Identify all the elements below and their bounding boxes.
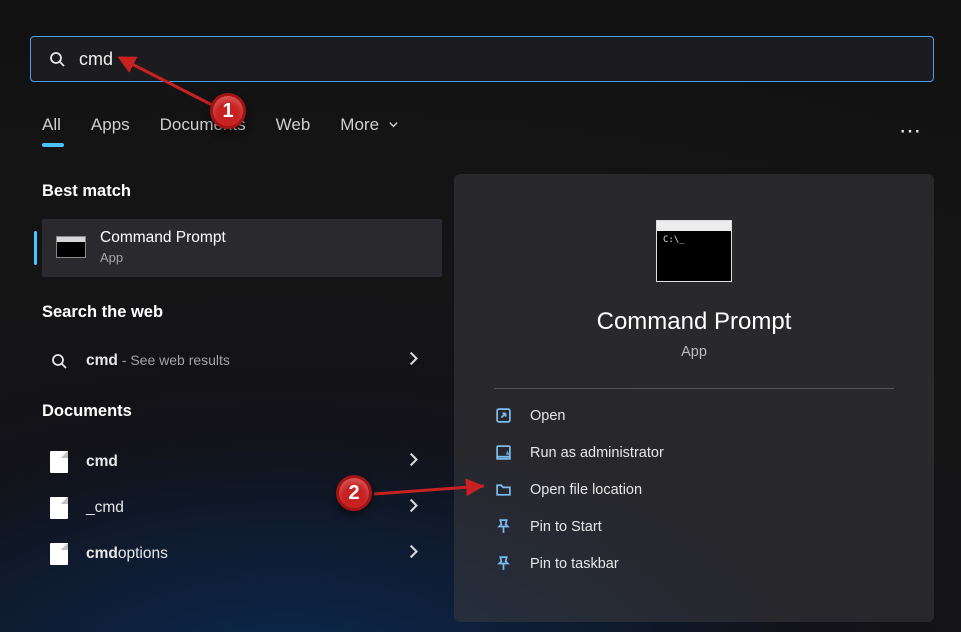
tab-all[interactable]: All: [42, 115, 61, 147]
document-result[interactable]: cmd: [42, 439, 442, 485]
preview-title: Command Prompt: [478, 308, 910, 336]
tab-more-label: More: [340, 115, 379, 134]
overflow-menu-button[interactable]: ⋯: [899, 118, 923, 144]
documents-heading: Documents: [42, 402, 442, 421]
action-pin-to-taskbar[interactable]: Pin to taskbar: [478, 545, 910, 582]
action-run-as-administrator[interactable]: Run as administrator: [478, 434, 910, 471]
document-result[interactable]: cmdoptions: [42, 531, 442, 577]
best-match-subtitle: App: [100, 250, 226, 265]
file-icon: [48, 543, 70, 565]
pin-start-icon: [494, 518, 512, 535]
web-search-text: cmd - See web results: [86, 352, 230, 370]
chevron-right-icon: [408, 352, 418, 371]
best-match-title: Command Prompt: [100, 229, 226, 247]
tab-more[interactable]: More: [340, 115, 398, 147]
best-match-result[interactable]: Command Prompt App: [42, 219, 442, 277]
tab-web[interactable]: Web: [276, 115, 311, 147]
search-icon: [49, 51, 65, 67]
web-search-result[interactable]: cmd - See web results: [42, 340, 442, 382]
tab-apps[interactable]: Apps: [91, 115, 130, 147]
admin-icon: [494, 444, 512, 461]
action-open-file-location[interactable]: Open file location: [478, 471, 910, 508]
chevron-down-icon: [388, 119, 399, 130]
open-icon: [494, 407, 512, 424]
search-bar[interactable]: [30, 36, 934, 82]
file-icon: [48, 451, 70, 473]
search-input[interactable]: [79, 49, 915, 70]
action-label: Pin to taskbar: [530, 556, 619, 572]
web-search-heading: Search the web: [42, 303, 442, 322]
folder-icon: [494, 481, 512, 498]
chevron-right-icon: [408, 499, 418, 518]
annotation-marker-2: 2: [336, 475, 372, 511]
action-pin-to-start[interactable]: Pin to Start: [478, 508, 910, 545]
action-label: Open file location: [530, 482, 642, 498]
search-icon: [48, 353, 70, 369]
file-icon: [48, 497, 70, 519]
action-label: Pin to Start: [530, 519, 602, 535]
pin-taskbar-icon: [494, 555, 512, 572]
action-open[interactable]: Open: [478, 397, 910, 434]
action-label: Open: [530, 408, 565, 424]
chevron-right-icon: [408, 453, 418, 472]
document-result[interactable]: _cmd: [42, 485, 442, 531]
chevron-right-icon: [408, 545, 418, 564]
command-prompt-icon: C:\_: [656, 220, 732, 282]
document-name: _cmd: [86, 499, 124, 517]
command-prompt-icon: [56, 236, 86, 258]
action-label: Run as administrator: [530, 445, 664, 461]
preview-panel: C:\_ Command Prompt App Open Run as admi…: [454, 174, 934, 622]
annotation-marker-1: 1: [210, 93, 246, 129]
divider: [494, 388, 894, 389]
document-name: cmdoptions: [86, 545, 168, 563]
preview-type: App: [478, 344, 910, 360]
best-match-heading: Best match: [42, 182, 442, 201]
results-panel: Best match Command Prompt App Search the…: [42, 182, 442, 577]
document-name: cmd: [86, 453, 118, 471]
